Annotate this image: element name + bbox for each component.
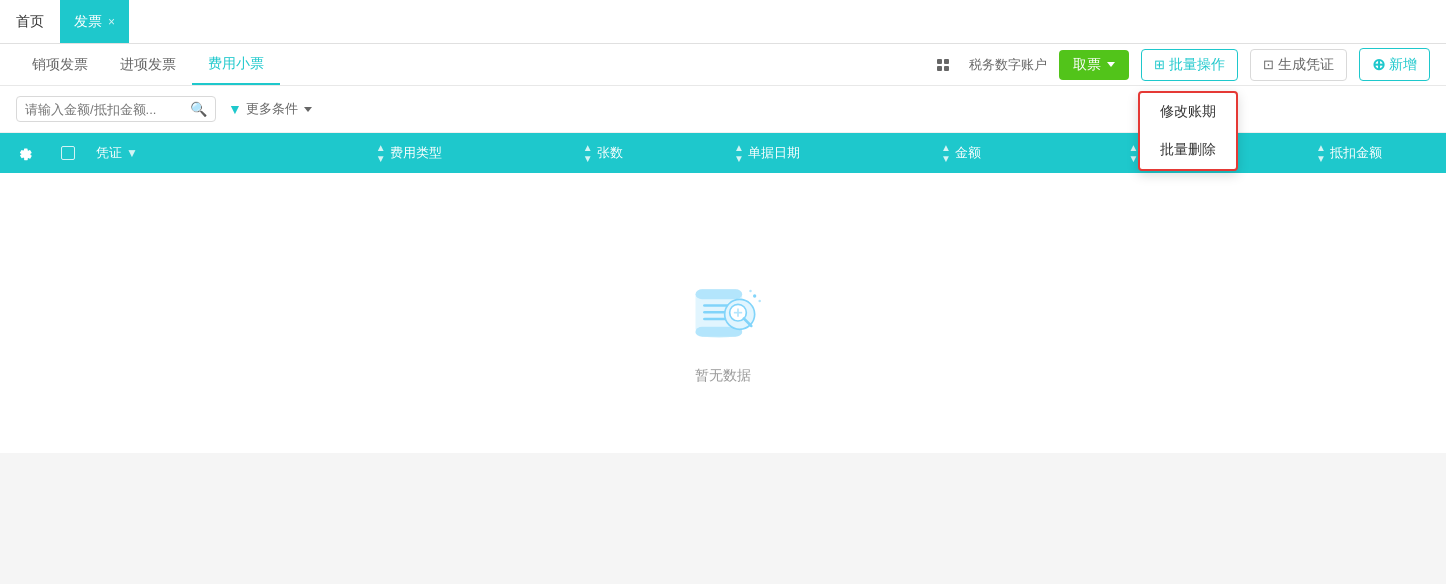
nav-tab-label: 发票: [74, 13, 102, 31]
sub-tabs-right: 税务数字账户 取票 ⊞ 批量操作 修改账期 批量删除 ⊡ 生成凭证 ⊕ 新增: [929, 48, 1430, 81]
sort-icon-expense[interactable]: ▲▼: [376, 143, 386, 164]
nav-tab-invoice[interactable]: 发票 ×: [60, 0, 129, 43]
dropdown-item-modify-period[interactable]: 修改账期: [1140, 93, 1236, 131]
batch-ops-icon: ⊞: [1154, 57, 1165, 72]
gen-voucher-button[interactable]: ⊡ 生成凭证: [1250, 49, 1347, 81]
close-icon[interactable]: ×: [108, 15, 115, 29]
search-icon: 🔍: [190, 101, 207, 117]
more-conditions-button[interactable]: ▼ 更多条件: [228, 100, 312, 118]
select-all-checkbox[interactable]: [61, 146, 75, 160]
th-voucher: 凭证 ▼: [88, 133, 282, 173]
th-settings[interactable]: [0, 133, 48, 173]
empty-text: 暂无数据: [695, 367, 751, 385]
tab-expense-ticket[interactable]: 费用小票: [192, 44, 280, 85]
sort-icon-amount[interactable]: ▲▼: [941, 143, 951, 164]
sort-icon-deduction-amount[interactable]: ▲▼: [1316, 143, 1326, 164]
tab-sales-invoice[interactable]: 销项发票: [16, 44, 104, 85]
plus-icon: ⊕: [1372, 55, 1385, 74]
svg-point-13: [758, 300, 761, 303]
filter-icon: ▼: [228, 101, 242, 117]
add-new-button[interactable]: ⊕ 新增: [1359, 48, 1430, 81]
more-conditions-chevron: [304, 107, 312, 112]
tab-purchase-invoice[interactable]: 进项发票: [104, 44, 192, 85]
voucher-filter-icon[interactable]: ▼: [126, 146, 138, 160]
search-input[interactable]: [25, 102, 190, 117]
svg-rect-2: [696, 289, 743, 299]
nav-home[interactable]: 首页: [0, 0, 60, 43]
batch-ops-wrapper: ⊞ 批量操作 修改账期 批量删除: [1141, 49, 1238, 81]
take-ticket-dropdown-icon: [1107, 62, 1115, 67]
th-amount: ▲▼ 金额: [864, 133, 1058, 173]
settings-icon: [15, 144, 33, 162]
th-deduction-amount: ▲▼ 抵扣金额: [1252, 133, 1446, 173]
th-date: ▲▼ 单据日期: [670, 133, 864, 173]
sort-icon-count[interactable]: ▲▼: [583, 143, 593, 164]
top-nav: 首页 发票 ×: [0, 0, 1446, 44]
gen-voucher-icon: ⊡: [1263, 57, 1274, 72]
search-input-wrap: 🔍: [16, 96, 216, 122]
svg-point-14: [749, 290, 752, 293]
sort-icon-deduction-rate[interactable]: ▲▼: [1129, 143, 1139, 164]
take-ticket-button[interactable]: 取票: [1059, 50, 1129, 80]
sub-tabs-left: 销项发票 进项发票 费用小票: [16, 44, 280, 85]
th-expense-type: ▲▼ 费用类型: [282, 133, 535, 173]
empty-illustration: [673, 261, 773, 351]
qr-icon: [937, 59, 949, 71]
tax-digital-account[interactable]: 税务数字账户: [969, 56, 1047, 74]
qr-code-button[interactable]: [929, 55, 957, 75]
batch-ops-dropdown: 修改账期 批量删除: [1138, 91, 1238, 171]
dropdown-item-batch-delete[interactable]: 批量删除: [1140, 131, 1236, 169]
svg-point-12: [753, 294, 756, 297]
th-count: ▲▼ 张数: [535, 133, 670, 173]
empty-state: 暂无数据: [0, 173, 1446, 453]
sort-icon-date[interactable]: ▲▼: [734, 143, 744, 164]
th-checkbox[interactable]: [48, 133, 88, 173]
sub-tabs-bar: 销项发票 进项发票 费用小票 税务数字账户 取票 ⊞ 批量操作: [0, 44, 1446, 86]
batch-ops-button[interactable]: ⊞ 批量操作: [1141, 49, 1238, 81]
